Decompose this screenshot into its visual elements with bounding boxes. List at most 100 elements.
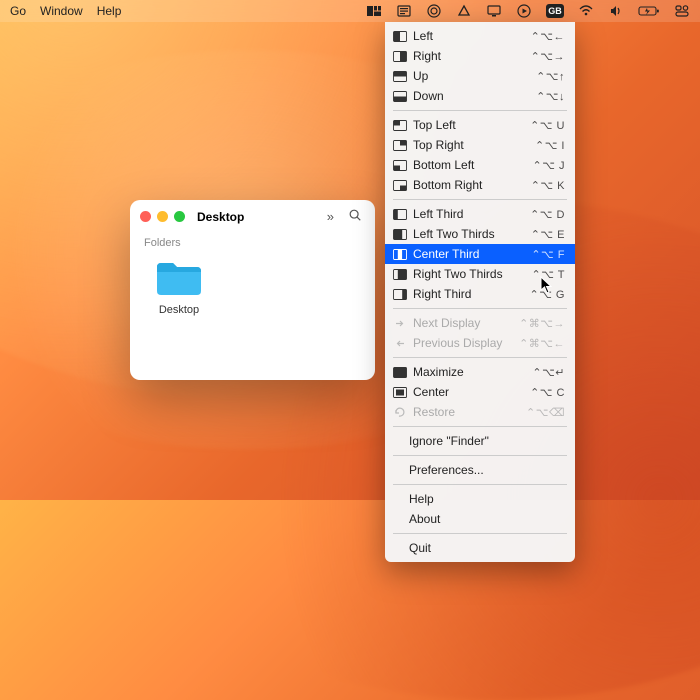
menu-item-next-display: Next Display⌃⌘⌥→ — [385, 313, 575, 333]
menu-item-shortcut: ⌃⌥↓ — [536, 90, 565, 103]
menu-item-ignore-finder[interactable]: Ignore "Finder" — [385, 431, 575, 451]
menu-item-label: Previous Display — [413, 336, 519, 350]
menu-item-label: Left — [413, 29, 531, 43]
menu-item-previous-display: Previous Display⌃⌘⌥← — [385, 333, 575, 353]
menu-item-up[interactable]: Up⌃⌥↑ — [385, 66, 575, 86]
menu-item-label: Down — [413, 89, 536, 103]
battery-icon[interactable] — [638, 3, 660, 19]
menu-item-shortcut: ⌃⌥↵ — [532, 366, 565, 379]
cc-menubar-icon[interactable] — [426, 3, 442, 19]
finder-titlebar[interactable]: Desktop » — [130, 200, 375, 233]
volume-icon[interactable] — [608, 3, 624, 19]
menu-item-top-left[interactable]: Top Left⌃⌥ U — [385, 115, 575, 135]
menu-item-shortcut: ⌃⌥ F — [531, 248, 565, 261]
menu-item-shortcut: ⌃⌥ C — [530, 386, 565, 399]
tr-icon — [393, 140, 407, 151]
menu-item-shortcut: ⌃⌥ K — [531, 179, 565, 192]
control-center-icon[interactable] — [674, 3, 690, 19]
menu-item-label: Bottom Left — [413, 158, 533, 172]
triangle-menubar-icon[interactable] — [456, 3, 472, 19]
menu-separator — [393, 484, 567, 485]
menubar-go[interactable]: Go — [10, 4, 26, 18]
menu-item-shortcut: ⌃⌥ I — [535, 139, 565, 152]
menu-separator — [393, 199, 567, 200]
menubar: Go Window Help GB — [0, 0, 700, 22]
left-icon — [393, 31, 407, 42]
menu-separator — [393, 455, 567, 456]
close-button[interactable] — [140, 211, 151, 222]
toolbar-overflow-icon[interactable]: » — [324, 209, 337, 224]
menu-item-shortcut: ⌃⌥ G — [529, 288, 565, 301]
menu-item-label: Left Third — [413, 207, 530, 221]
menu-item-restore: Restore⌃⌥⌫ — [385, 402, 575, 422]
menu-separator — [393, 533, 567, 534]
search-icon[interactable] — [345, 208, 365, 225]
res-icon — [393, 407, 407, 418]
menu-item-shortcut: ⌃⌥⌫ — [526, 406, 565, 419]
menu-item-shortcut: ⌃⌥ J — [533, 159, 565, 172]
lt-icon — [393, 209, 407, 220]
menu-item-label: Right — [413, 49, 531, 63]
menu-item-label: Next Display — [413, 316, 519, 330]
menu-item-down[interactable]: Down⌃⌥↓ — [385, 86, 575, 106]
menu-item-right[interactable]: Right⌃⌥→ — [385, 46, 575, 66]
up-icon — [393, 71, 407, 82]
menu-item-preferences[interactable]: Preferences... — [385, 460, 575, 480]
menu-item-right-third[interactable]: Right Third⌃⌥ G — [385, 284, 575, 304]
play-menubar-icon[interactable] — [516, 3, 532, 19]
menu-item-top-right[interactable]: Top Right⌃⌥ I — [385, 135, 575, 155]
folder-desktop[interactable]: Desktop — [144, 257, 214, 316]
section-header: Folders — [130, 233, 375, 253]
folder-label: Desktop — [144, 304, 214, 316]
menu-item-left-third[interactable]: Left Third⌃⌥ D — [385, 204, 575, 224]
menu-item-label: Right Third — [413, 287, 529, 301]
menu-item-shortcut: ⌃⌥ E — [531, 228, 565, 241]
menu-item-quit[interactable]: Quit — [385, 538, 575, 558]
menu-item-bottom-left[interactable]: Bottom Left⌃⌥ J — [385, 155, 575, 175]
finder-window[interactable]: Desktop » Folders Desktop — [130, 200, 375, 380]
menu-separator — [393, 426, 567, 427]
menu-item-center-third[interactable]: Center Third⌃⌥ F — [385, 244, 575, 264]
menu-item-about[interactable]: About — [385, 509, 575, 529]
menubar-window[interactable]: Window — [40, 4, 83, 18]
menu-item-shortcut: ⌃⌥ U — [530, 119, 565, 132]
cen-icon — [393, 387, 407, 398]
menu-item-shortcut: ⌃⌘⌥→ — [519, 317, 565, 330]
menu-item-right-two-thirds[interactable]: Right Two Thirds⌃⌥ T — [385, 264, 575, 284]
pd-icon — [393, 338, 407, 349]
rectangle-menubar-icon[interactable] — [366, 3, 382, 19]
menu-item-label: Help — [409, 492, 565, 506]
menu-item-shortcut: ⌃⌥ T — [532, 268, 565, 281]
menu-item-left-two-thirds[interactable]: Left Two Thirds⌃⌥ E — [385, 224, 575, 244]
l2t-icon — [393, 229, 407, 240]
menu-item-help[interactable]: Help — [385, 489, 575, 509]
tl-icon — [393, 120, 407, 131]
bl-icon — [393, 160, 407, 171]
menu-item-label: About — [409, 512, 565, 526]
menu-item-shortcut: ⌃⌘⌥← — [519, 337, 565, 350]
input-source-badge[interactable]: GB — [546, 4, 564, 18]
folder-icon — [144, 257, 214, 302]
menu-item-label: Maximize — [413, 365, 532, 379]
menu-item-maximize[interactable]: Maximize⌃⌥↵ — [385, 362, 575, 382]
menu-item-label: Left Two Thirds — [413, 227, 531, 241]
menu-item-center[interactable]: Center⌃⌥ C — [385, 382, 575, 402]
zoom-button[interactable] — [174, 211, 185, 222]
layout-menubar-icon[interactable] — [396, 3, 412, 19]
right-icon — [393, 51, 407, 62]
menubar-help[interactable]: Help — [97, 4, 122, 18]
menu-item-label: Center Third — [413, 247, 531, 261]
minimize-button[interactable] — [157, 211, 168, 222]
menu-item-bottom-right[interactable]: Bottom Right⌃⌥ K — [385, 175, 575, 195]
max-icon — [393, 367, 407, 378]
menu-item-label: Center — [413, 385, 530, 399]
wifi-icon[interactable] — [578, 3, 594, 19]
menu-item-label: Bottom Right — [413, 178, 531, 192]
menu-separator — [393, 357, 567, 358]
menu-item-left[interactable]: Left⌃⌥← — [385, 26, 575, 46]
menu-separator — [393, 110, 567, 111]
menu-separator — [393, 308, 567, 309]
display-menubar-icon[interactable] — [486, 3, 502, 19]
ct-icon — [393, 249, 407, 260]
menu-item-shortcut: ⌃⌥→ — [531, 50, 565, 63]
